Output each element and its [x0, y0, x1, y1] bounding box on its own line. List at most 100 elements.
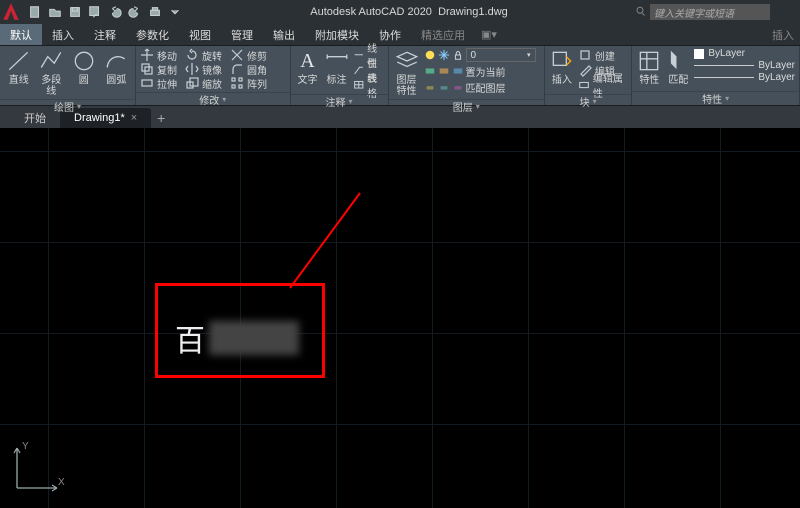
tool-circle[interactable]: 圆	[69, 48, 99, 86]
tool-fillet[interactable]: 圆角	[230, 62, 267, 76]
dim-icon	[324, 48, 350, 74]
tool-match[interactable]: 匹配	[665, 48, 691, 86]
drawing-canvas[interactable]: 百 Y X	[0, 128, 800, 508]
tool-edit-attr[interactable]: 编辑属性	[578, 78, 627, 92]
qat-saveas-icon[interactable]	[86, 3, 104, 21]
tool-table[interactable]: 表格	[353, 78, 384, 92]
scale-icon	[185, 76, 199, 90]
qat-plot-icon[interactable]	[146, 3, 164, 21]
tab-overflow-icon[interactable]: ▣▾	[475, 24, 503, 45]
tool-create-block[interactable]: 创建	[578, 48, 627, 62]
array-icon	[230, 76, 244, 90]
tool-move[interactable]: 移动	[140, 48, 177, 62]
layer-state-icon[interactable]	[424, 48, 436, 62]
qat-dropdown-icon[interactable]	[166, 3, 184, 21]
panel-props-title[interactable]: 特性▾	[632, 91, 799, 105]
tool-stretch[interactable]: 拉伸	[140, 76, 177, 90]
tab-insert[interactable]: 插入	[42, 24, 84, 45]
layer-misc6-icon[interactable]	[452, 80, 464, 94]
layer-misc1-icon[interactable]	[424, 64, 436, 78]
app-logo[interactable]	[0, 1, 22, 23]
tool-copy[interactable]: 复制	[140, 62, 177, 76]
tool-dim[interactable]: 标注	[324, 48, 350, 86]
layer-misc5-icon[interactable]	[438, 80, 450, 94]
layer-misc2-icon[interactable]	[438, 64, 450, 78]
qat-undo-icon[interactable]	[106, 3, 124, 21]
color-bylayer[interactable]: ByLayer	[694, 48, 795, 59]
qat-open-icon[interactable]	[46, 3, 64, 21]
qat-save-icon[interactable]	[66, 3, 84, 21]
qat-redo-icon[interactable]	[126, 3, 144, 21]
editblock-icon	[578, 63, 592, 77]
layer-misc3-icon[interactable]	[452, 64, 464, 78]
window-title: Autodesk AutoCAD 2020 Drawing1.dwg	[184, 6, 634, 18]
ucs-icon: Y X	[12, 443, 62, 498]
tool-setcurrent[interactable]: 置为当前	[466, 64, 506, 78]
lineweight-bylayer[interactable]: ByLayer	[694, 72, 795, 83]
editattr-icon	[578, 78, 590, 92]
search-icon	[634, 5, 646, 20]
ucs-y-label: Y	[22, 441, 29, 452]
tool-arc[interactable]: 圆弧	[102, 48, 132, 86]
tool-scale[interactable]: 缩放	[185, 76, 222, 90]
add-tab-button[interactable]: +	[151, 108, 171, 128]
layer-dropdown[interactable]: 0▾	[466, 48, 536, 62]
layer-lock-icon[interactable]	[452, 48, 464, 62]
stretch-icon	[140, 76, 154, 90]
text-icon: A	[295, 48, 321, 74]
panel-block-title[interactable]: 块▾	[545, 94, 631, 108]
tool-text[interactable]: A文字	[295, 48, 321, 86]
panel-layer-title[interactable]: 图层▾	[389, 99, 544, 113]
tool-insert-block[interactable]: 插入	[549, 48, 575, 86]
tab-annotate[interactable]: 注释	[84, 24, 126, 45]
fillet-icon	[230, 62, 244, 76]
insert-icon	[549, 48, 575, 74]
tool-mirror[interactable]: 镜像	[185, 62, 222, 76]
tab-featured[interactable]: 精选应用	[411, 24, 475, 45]
search-input[interactable]: 键入关键字或短语	[650, 4, 770, 20]
tool-props[interactable]: 特性	[636, 48, 662, 86]
tab-default[interactable]: 默认	[0, 24, 42, 45]
panel-draw-title[interactable]: 绘图▾	[0, 99, 135, 113]
table-icon	[353, 78, 365, 92]
tool-matchlayer[interactable]: 匹配图层	[466, 80, 506, 94]
tab-addins[interactable]: 附加模块	[305, 24, 369, 45]
color-swatch	[694, 49, 704, 59]
linetype-bylayer[interactable]: ByLayer	[694, 60, 795, 71]
qat-new-icon[interactable]	[26, 3, 44, 21]
mirror-icon	[185, 62, 199, 76]
tab-parametric[interactable]: 参数化	[126, 24, 179, 45]
rotate-icon	[185, 48, 199, 62]
layerprops-icon	[394, 48, 420, 74]
circle-icon	[71, 48, 97, 74]
tool-layerprops[interactable]: 图层 特性	[393, 48, 421, 97]
props-icon	[636, 48, 662, 74]
tab-output[interactable]: 输出	[263, 24, 305, 45]
line-icon	[6, 48, 32, 74]
linear-icon	[353, 48, 365, 62]
ucs-x-label: X	[58, 477, 65, 488]
leader-icon	[353, 63, 365, 77]
arc-icon	[103, 48, 129, 74]
tool-line[interactable]: 直线	[4, 48, 34, 86]
createblock-icon	[578, 48, 592, 62]
lineweight-preview	[694, 77, 754, 78]
polyline-icon	[38, 48, 64, 74]
linetype-preview	[694, 65, 754, 66]
layer-freeze-icon[interactable]	[438, 48, 450, 62]
move-icon	[140, 48, 154, 62]
trim-icon	[230, 48, 244, 62]
tool-rotate[interactable]: 旋转	[185, 48, 222, 62]
copy-icon	[140, 62, 154, 76]
close-tab-icon[interactable]: ×	[131, 112, 137, 124]
match-icon	[665, 48, 691, 74]
right-insert[interactable]: 插入	[766, 27, 800, 43]
tool-array[interactable]: 阵列	[230, 76, 267, 90]
tool-polyline[interactable]: 多段线	[37, 48, 67, 97]
tool-trim[interactable]: 修剪	[230, 48, 267, 62]
panel-modify-title[interactable]: 修改▾	[136, 92, 290, 106]
layer-misc4-icon[interactable]	[424, 80, 436, 94]
tab-view[interactable]: 视图	[179, 24, 221, 45]
panel-annotate-title[interactable]: 注释▾	[291, 94, 388, 108]
tab-manage[interactable]: 管理	[221, 24, 263, 45]
